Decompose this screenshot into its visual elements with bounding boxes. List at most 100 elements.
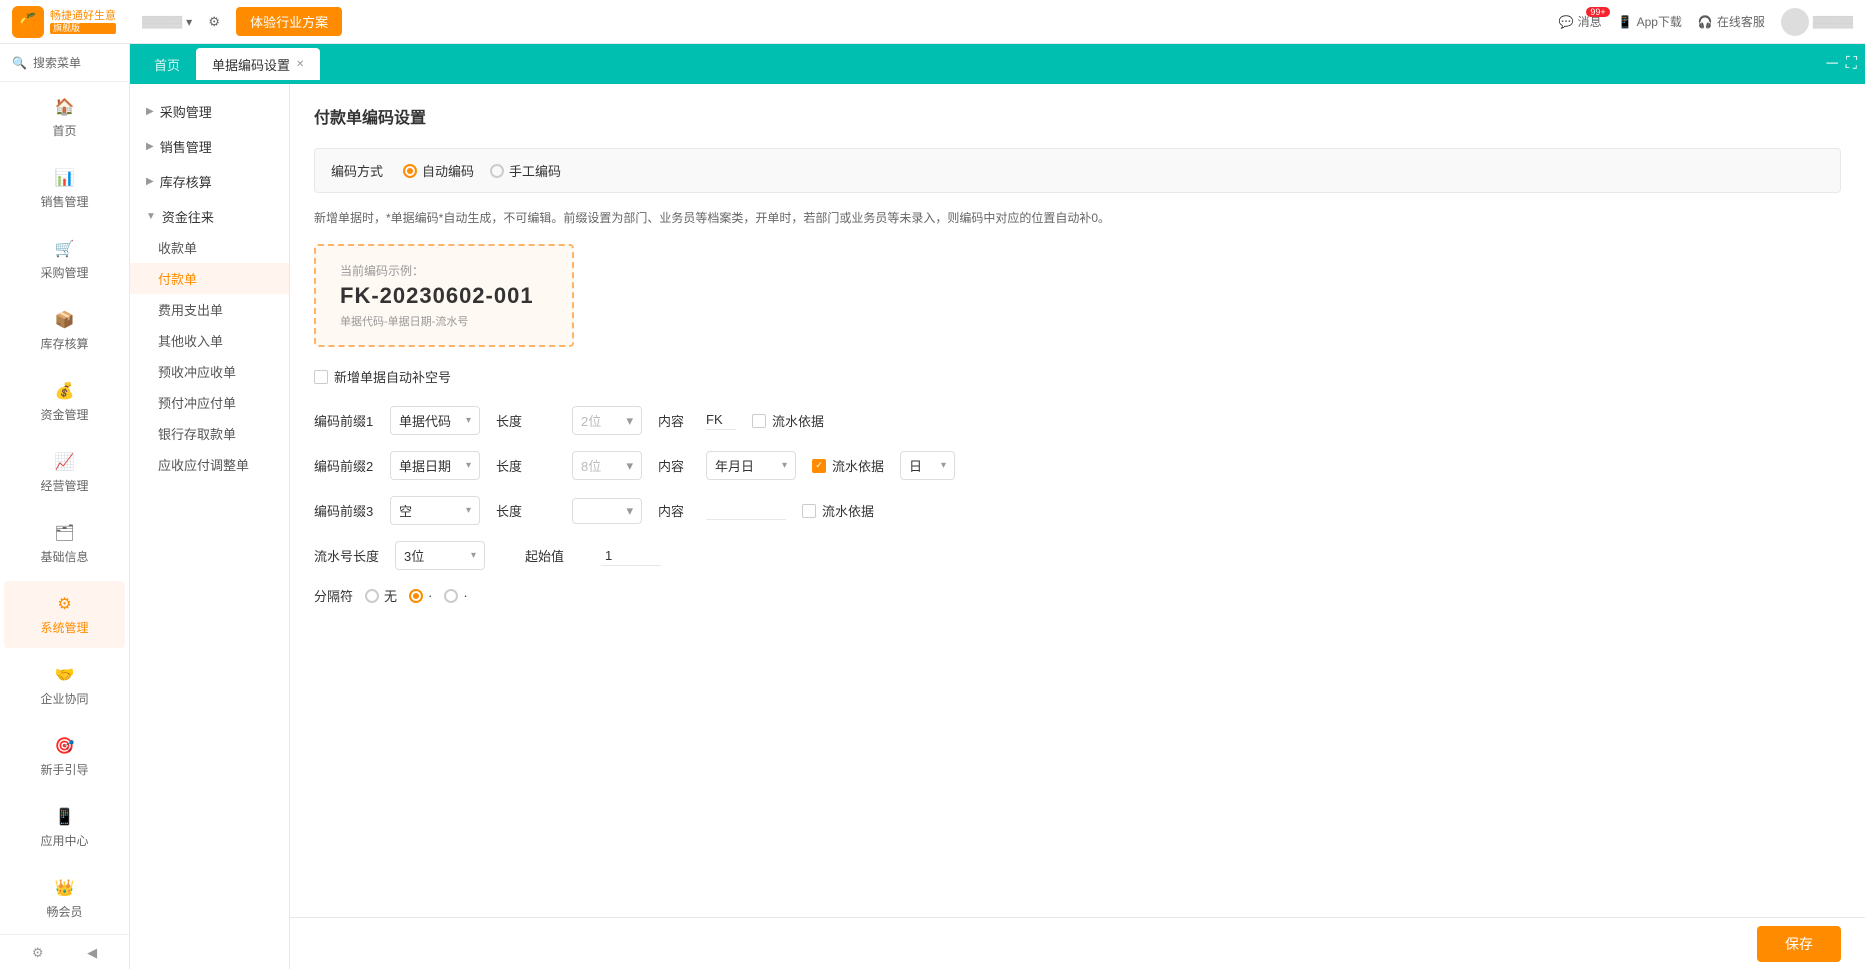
app-icon: 📱 xyxy=(1618,15,1633,29)
page-content: ▶ 采购管理 ▶ 销售管理 ▶ 库存核算 xyxy=(130,84,1865,969)
sub-menu-item-prepayment-ar[interactable]: 预收冲应收单 xyxy=(130,356,289,387)
content1-label: 内容 xyxy=(658,411,690,430)
serial-length-select[interactable]: 3位 ▾ xyxy=(395,541,485,570)
content3-value xyxy=(706,502,786,520)
stream2-checkbox[interactable]: ✓ xyxy=(812,459,826,473)
tab-encode-settings[interactable]: 单据编码设置 ✕ xyxy=(196,48,320,80)
sidebar-item-purchase[interactable]: 🛒 采购管理 xyxy=(4,226,125,293)
radio-group: 自动编码 手工编码 xyxy=(403,161,561,180)
sidebar-item-apps[interactable]: 📱 应用中心 xyxy=(4,794,125,861)
tab-close-icon[interactable]: ✕ xyxy=(296,59,304,70)
sidebar-item-operations[interactable]: 📈 经营管理 xyxy=(4,439,125,506)
sidebar-item-finance[interactable]: 💰 资金管理 xyxy=(4,368,125,435)
sep-none[interactable]: 无 xyxy=(365,586,397,605)
bottom-settings-icon[interactable]: ⚙ xyxy=(32,945,44,961)
header-right: 💬 消息 99+ 📱 App下载 🎧 在线客服 ▓▓▓▓▓ xyxy=(1559,8,1853,36)
sales-icon: 📊 xyxy=(54,167,76,189)
arrow-icon-sales: ▶ xyxy=(146,141,154,152)
day-select[interactable]: 日 ▾ xyxy=(900,451,955,480)
prefix3-select[interactable]: 空 ▾ xyxy=(390,496,480,525)
sidebar-item-guide[interactable]: 🎯 新手引导 xyxy=(4,723,125,790)
tab-maximize-icon[interactable]: ⛶ xyxy=(1846,55,1857,73)
sidebar-item-system[interactable]: ⚙ 系统管理 xyxy=(4,581,125,648)
sub-menu-item-receipt[interactable]: 收款单 xyxy=(130,232,289,263)
length2-select[interactable]: 8位 ▾ xyxy=(572,451,642,480)
sub-menu-item-payment[interactable]: 付款单 xyxy=(130,263,289,294)
online-service-item[interactable]: 🎧 在线客服 xyxy=(1698,13,1765,30)
sep-none-circle xyxy=(365,589,379,603)
auto-fill-checkbox[interactable] xyxy=(314,370,328,384)
sep-dot1[interactable]: · xyxy=(409,588,432,603)
encode-method-label: 编码方式 xyxy=(331,161,383,180)
prefix3-label: 编码前缀3 xyxy=(314,501,374,520)
sep-dot1-circle xyxy=(409,589,423,603)
brand-badge: 旗舰版 xyxy=(50,23,116,35)
trial-button[interactable]: 体验行业方案 xyxy=(236,7,342,36)
sep-dot2[interactable]: · xyxy=(444,588,467,603)
prefix1-arrow-icon: ▾ xyxy=(466,415,471,426)
length3-select[interactable]: ▾ xyxy=(572,498,642,524)
tab-minimize-icon[interactable]: ─ xyxy=(1826,55,1837,73)
brand-logo: 🍊 畅捷通好生意 旗舰版 xyxy=(12,6,132,38)
search-menu[interactable]: 🔍 搜索菜单 xyxy=(0,44,129,82)
tab-bar-actions: ─ ⛶ xyxy=(1826,55,1857,73)
start-value-label: 起始值 xyxy=(525,546,585,565)
sidebar-item-member[interactable]: 👑 畅会员 xyxy=(4,865,125,932)
sidebar-item-home[interactable]: 🏠 首页 xyxy=(4,84,125,151)
inventory-icon: 📦 xyxy=(54,309,76,331)
tab-home[interactable]: 首页 xyxy=(138,48,196,80)
message-item[interactable]: 💬 消息 99+ xyxy=(1559,13,1602,30)
stream2-label: 流水依据 xyxy=(832,456,884,475)
save-button[interactable]: 保存 xyxy=(1757,926,1841,962)
prefix2-select[interactable]: 单据日期 ▾ xyxy=(390,451,480,480)
code-preview-sub: 单据代码-单据日期-流水号 xyxy=(340,313,548,329)
bottom-bar: 保存 xyxy=(290,917,1865,969)
radio-manual-circle xyxy=(490,164,504,178)
company-dropdown[interactable]: ▓▓▓▓▓ ▾ xyxy=(142,15,192,29)
sub-menu-item-other-income[interactable]: 其他收入单 xyxy=(130,325,289,356)
content2-select[interactable]: 年月日 ▾ xyxy=(706,451,796,480)
radio-auto[interactable]: 自动编码 xyxy=(403,161,474,180)
start-value-input[interactable] xyxy=(601,546,661,566)
user-info[interactable]: ▓▓▓▓▓ xyxy=(1781,8,1853,36)
stream1-checkbox[interactable] xyxy=(752,414,766,428)
sub-menu-item-adjustment[interactable]: 应收应付调整单 xyxy=(130,449,289,480)
sidebar-item-enterprise[interactable]: 🤝 企业协同 xyxy=(4,652,125,719)
sub-menu-item-prepayment-ap[interactable]: 预付冲应付单 xyxy=(130,387,289,418)
stream3-checkbox[interactable] xyxy=(802,504,816,518)
sub-menu-item-bank[interactable]: 银行存取款单 xyxy=(130,418,289,449)
sidebar-item-basic[interactable]: 🗂 基础信息 xyxy=(4,510,125,577)
apps-icon: 📱 xyxy=(54,806,76,828)
sub-menu-group-sales: ▶ 销售管理 xyxy=(130,131,289,162)
settings-icon[interactable]: ⚙ xyxy=(200,8,228,36)
page-title: 付款单编码设置 xyxy=(314,104,1841,128)
purchase-icon: 🛒 xyxy=(54,238,76,260)
prefix1-select[interactable]: 单据代码 ▾ xyxy=(390,406,480,435)
separator-row: 分隔符 无 · · xyxy=(314,586,1841,605)
service-icon: 🎧 xyxy=(1698,15,1713,29)
length3-label: 长度 xyxy=(496,501,556,520)
app-download-item[interactable]: 📱 App下载 xyxy=(1618,13,1682,30)
message-badge: 99+ xyxy=(1586,7,1609,17)
separator-label: 分隔符 xyxy=(314,586,353,605)
auto-fill-label: 新增单据自动补空号 xyxy=(334,367,451,386)
sub-menu-title-finance[interactable]: ▼ 资金往来 xyxy=(130,201,289,232)
content2-label: 内容 xyxy=(658,456,690,475)
length1-select[interactable]: 2位 ▾ xyxy=(572,406,642,435)
sub-menu: ▶ 采购管理 ▶ 销售管理 ▶ 库存核算 xyxy=(130,84,290,969)
prefix3-arrow-icon: ▾ xyxy=(466,505,471,516)
sidebar-item-sales[interactable]: 📊 销售管理 xyxy=(4,155,125,222)
sub-menu-item-expense[interactable]: 费用支出单 xyxy=(130,294,289,325)
main-layout: 🔍 搜索菜单 🏠 首页 📊 销售管理 🛒 采购管理 📦 库存核算 💰 资金管理 … xyxy=(0,44,1865,969)
sub-menu-title-sales[interactable]: ▶ 销售管理 xyxy=(130,131,289,162)
radio-manual[interactable]: 手工编码 xyxy=(490,161,561,180)
length2-arrow-icon: ▾ xyxy=(626,458,633,474)
sub-menu-title-inventory[interactable]: ▶ 库存核算 xyxy=(130,166,289,197)
bottom-collapse-icon[interactable]: ◀ xyxy=(87,945,97,961)
encode-method-row: 编码方式 自动编码 手工编码 xyxy=(314,148,1841,193)
sidebar-item-inventory[interactable]: 📦 库存核算 xyxy=(4,297,125,364)
form-area: 付款单编码设置 编码方式 自动编码 手工编码 xyxy=(290,84,1865,917)
message-icon: 💬 xyxy=(1559,15,1574,29)
length3-arrow-icon: ▾ xyxy=(626,503,633,519)
sub-menu-title-purchase[interactable]: ▶ 采购管理 xyxy=(130,96,289,127)
